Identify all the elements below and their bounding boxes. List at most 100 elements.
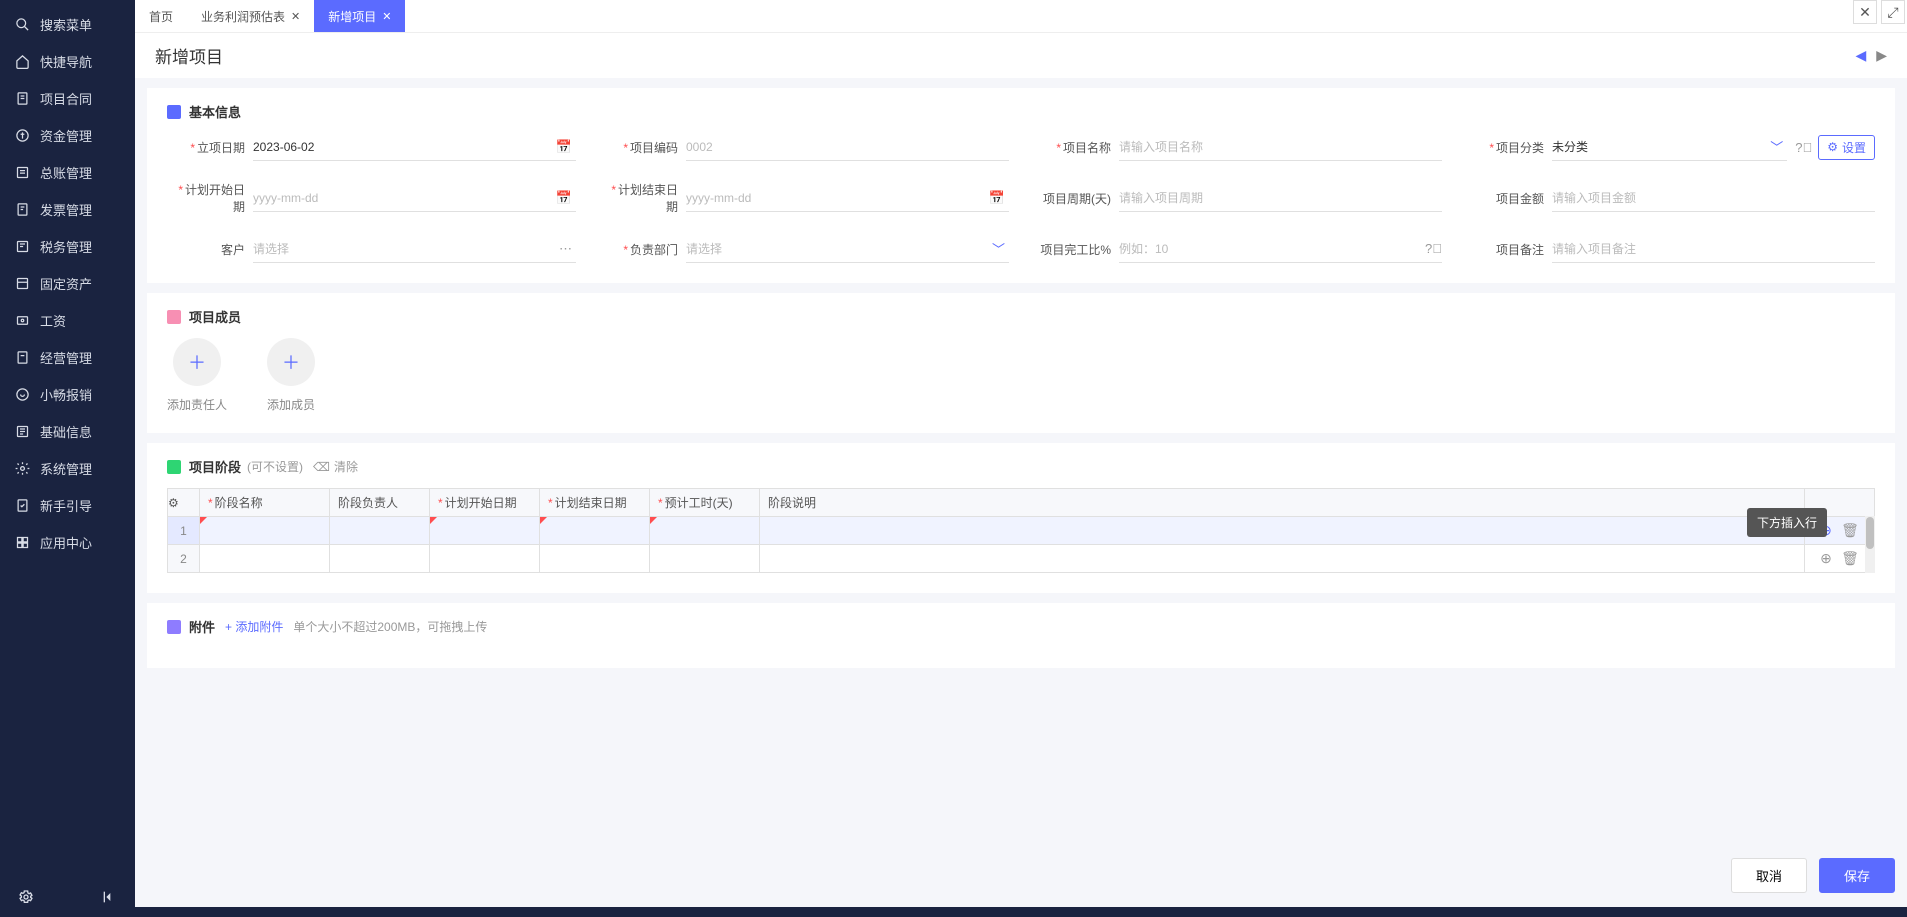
sidebar-item-tax[interactable]: 税务管理 bbox=[0, 228, 135, 265]
page-title: 新增项目 bbox=[155, 43, 223, 68]
sidebar-label: 系统管理 bbox=[40, 459, 92, 478]
plan-start-input[interactable] bbox=[253, 191, 552, 205]
asset-icon bbox=[14, 276, 30, 292]
delete-row-icon[interactable]: 🗑 bbox=[1841, 522, 1859, 538]
sidebar-label: 项目合同 bbox=[40, 89, 92, 108]
clear-button[interactable]: ⌫清除 bbox=[313, 458, 358, 475]
calendar-icon[interactable]: 📅 bbox=[552, 190, 576, 206]
delete-row-icon[interactable]: 🗑 bbox=[1841, 550, 1859, 566]
sidebar-item-fund[interactable]: 资金管理 bbox=[0, 117, 135, 154]
chevron-down-icon[interactable]: ﹀ bbox=[1766, 137, 1787, 156]
col-stage-owner: 阶段负责人 bbox=[330, 489, 430, 517]
sidebar-item-business[interactable]: 经营管理 bbox=[0, 339, 135, 376]
basic-info-card: 基本信息 *立项日期 📅 *项目编码 *项目名称 bbox=[147, 88, 1895, 283]
expense-icon bbox=[14, 387, 30, 403]
init-date-input[interactable] bbox=[253, 140, 552, 154]
plan-end-input[interactable] bbox=[686, 191, 985, 205]
amount-input[interactable] bbox=[1552, 191, 1875, 205]
category-setting-button[interactable]: ⚙设置 bbox=[1818, 135, 1875, 160]
cell-start[interactable] bbox=[430, 517, 540, 545]
tab-profit-report[interactable]: 业务利润预估表✕ bbox=[187, 0, 314, 32]
sidebar-item-invoice[interactable]: 发票管理 bbox=[0, 191, 135, 228]
cell-start[interactable] bbox=[430, 545, 540, 573]
system-icon bbox=[14, 461, 30, 477]
col-stage-end: 计划结束日期 bbox=[540, 489, 650, 517]
table-row[interactable]: 2 ⊕ 🗑 bbox=[168, 545, 1875, 573]
cell-hours[interactable] bbox=[650, 517, 760, 545]
add-member-button[interactable]: ＋ bbox=[267, 338, 315, 386]
sidebar-label: 工资 bbox=[40, 311, 66, 330]
table-row[interactable]: 1 ⊕ 🗑 bbox=[168, 517, 1875, 545]
label-period: 项目周期(天) bbox=[1043, 192, 1111, 206]
sidebar-label: 固定资产 bbox=[40, 274, 92, 293]
section-icon bbox=[167, 460, 181, 474]
col-stage-name: 阶段名称 bbox=[200, 489, 330, 517]
calendar-icon[interactable]: 📅 bbox=[552, 139, 576, 155]
cell-owner[interactable] bbox=[330, 517, 430, 545]
sidebar-item-expense[interactable]: 小畅报销 bbox=[0, 376, 135, 413]
table-scrollbar[interactable] bbox=[1865, 516, 1875, 573]
sidebar-item-search[interactable]: 搜索菜单 bbox=[0, 6, 135, 43]
help-icon[interactable]: ?⃝ bbox=[1425, 241, 1442, 256]
sidebar-item-asset[interactable]: 固定资产 bbox=[0, 265, 135, 302]
eraser-icon: ⌫ bbox=[313, 460, 330, 474]
label-name: 项目名称 bbox=[1063, 141, 1111, 155]
gear-column-header[interactable]: ⚙ bbox=[168, 489, 200, 517]
col-stage-start: 计划开始日期 bbox=[430, 489, 540, 517]
tab-home[interactable]: 首页 bbox=[135, 0, 187, 32]
name-input[interactable] bbox=[1119, 140, 1442, 154]
tab-new-project[interactable]: 新增项目✕ bbox=[314, 0, 405, 32]
label-amount: 项目金额 bbox=[1496, 192, 1544, 206]
sidebar-item-ledger[interactable]: 总账管理 bbox=[0, 154, 135, 191]
ellipsis-icon[interactable]: ⋯ bbox=[555, 241, 576, 257]
search-icon bbox=[14, 17, 30, 33]
add-attachment-button[interactable]: + 添加附件 bbox=[225, 618, 283, 635]
section-title: 项目成员 bbox=[189, 307, 241, 326]
add-owner-button[interactable]: ＋ bbox=[173, 338, 221, 386]
sidebar-item-basic-info[interactable]: 基础信息 bbox=[0, 413, 135, 450]
col-stage-hours: 预计工时(天) bbox=[650, 489, 760, 517]
remark-input[interactable] bbox=[1552, 242, 1875, 256]
next-arrow-icon[interactable]: ▶ bbox=[1876, 47, 1887, 64]
progress-input[interactable] bbox=[1119, 242, 1425, 256]
help-icon[interactable]: ?⃝ bbox=[1795, 140, 1812, 155]
cell-desc[interactable] bbox=[760, 545, 1805, 573]
stages-table: ⚙ 阶段名称 阶段负责人 计划开始日期 计划结束日期 预计工时(天) 阶段说明 bbox=[167, 488, 1875, 573]
window-close-button[interactable]: ✕ bbox=[1853, 0, 1877, 24]
settings-icon[interactable] bbox=[16, 887, 36, 907]
footer-actions: 取消 保存 bbox=[1731, 858, 1895, 893]
cell-hours[interactable] bbox=[650, 545, 760, 573]
window-expand-button[interactable]: ⤢ bbox=[1881, 0, 1905, 24]
cell-end[interactable] bbox=[540, 517, 650, 545]
sidebar-item-quicknav[interactable]: 快捷导航 bbox=[0, 43, 135, 80]
label-dept: 负责部门 bbox=[630, 243, 678, 257]
calendar-icon[interactable]: 📅 bbox=[985, 190, 1009, 206]
chevron-down-icon[interactable]: ﹀ bbox=[988, 239, 1009, 258]
dept-select[interactable] bbox=[686, 242, 988, 256]
category-select[interactable] bbox=[1552, 140, 1766, 154]
save-button[interactable]: 保存 bbox=[1819, 858, 1895, 893]
customer-select[interactable] bbox=[253, 242, 555, 256]
sidebar-item-apps[interactable]: 应用中心 bbox=[0, 524, 135, 561]
insert-row-icon[interactable]: ⊕ bbox=[1820, 550, 1832, 566]
cell-desc[interactable] bbox=[760, 517, 1805, 545]
tooltip: 下方插入行 bbox=[1747, 508, 1827, 537]
cell-owner[interactable] bbox=[330, 545, 430, 573]
code-input[interactable] bbox=[686, 140, 1009, 154]
collapse-icon[interactable] bbox=[99, 887, 119, 907]
prev-arrow-icon[interactable]: ◀ bbox=[1855, 47, 1866, 64]
sidebar-label: 新手引导 bbox=[40, 496, 92, 515]
sidebar-item-system[interactable]: 系统管理 bbox=[0, 450, 135, 487]
cell-name[interactable] bbox=[200, 545, 330, 573]
sidebar-item-guide[interactable]: 新手引导 bbox=[0, 487, 135, 524]
cell-end[interactable] bbox=[540, 545, 650, 573]
cell-name[interactable] bbox=[200, 517, 330, 545]
os-taskbar bbox=[0, 907, 1907, 917]
sidebar-label: 经营管理 bbox=[40, 348, 92, 367]
close-icon[interactable]: ✕ bbox=[291, 10, 300, 23]
period-input[interactable] bbox=[1119, 191, 1442, 205]
cancel-button[interactable]: 取消 bbox=[1731, 858, 1807, 893]
sidebar-item-salary[interactable]: 工资 bbox=[0, 302, 135, 339]
sidebar-item-contract[interactable]: 项目合同 bbox=[0, 80, 135, 117]
close-icon[interactable]: ✕ bbox=[382, 10, 391, 23]
